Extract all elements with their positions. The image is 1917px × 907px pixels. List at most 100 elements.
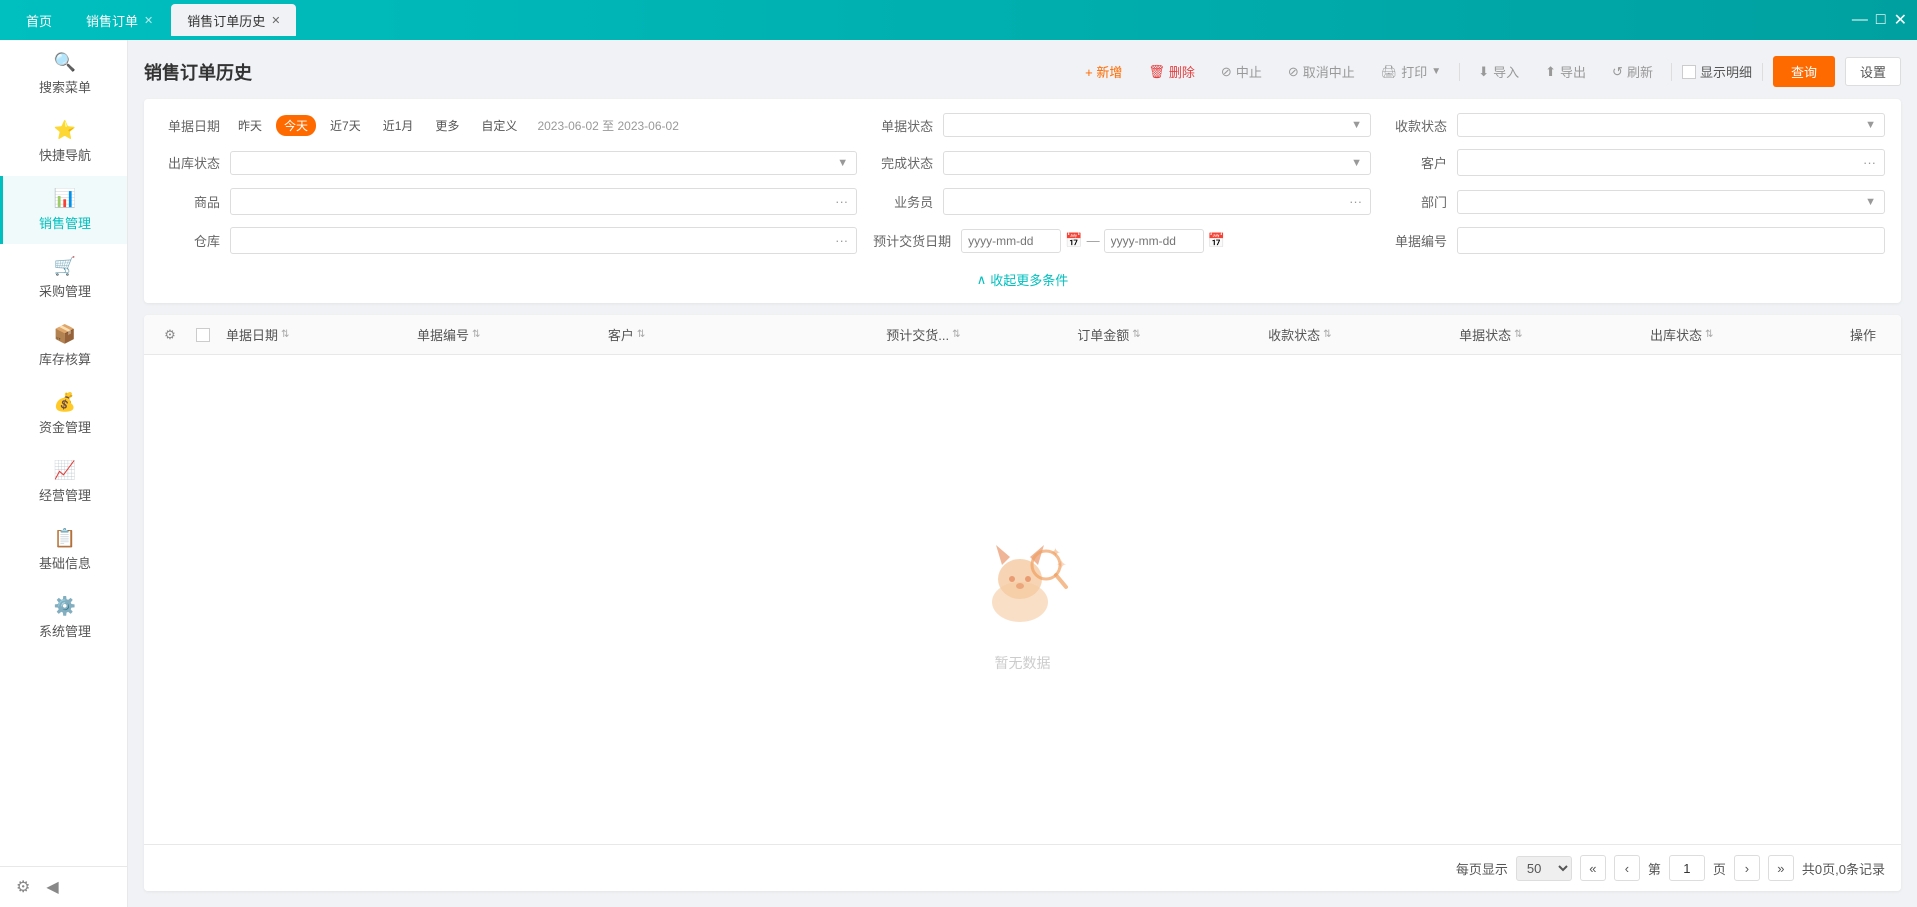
sidebar-item-system-mgmt[interactable]: ⚙️ 系统管理: [0, 584, 127, 652]
th-receipt-status[interactable]: 收款状态 ⇅: [1260, 325, 1451, 344]
complete-status-field: 完成状态 ▼: [873, 151, 1371, 175]
estimate-date-label: 预计交货日期: [873, 231, 961, 250]
set-button[interactable]: 设置: [1845, 57, 1901, 86]
product-input[interactable]: ···: [230, 188, 857, 215]
print-dropdown-icon: ▼: [1431, 66, 1441, 77]
th-outbound-status[interactable]: 出库状态 ⇅: [1642, 325, 1833, 344]
estimate-date-input-group: 📅 — 📅: [961, 229, 1371, 253]
tab-home[interactable]: 首页: [10, 4, 68, 36]
export-button-label: 导出: [1560, 62, 1586, 81]
estimate-date-end[interactable]: [1104, 229, 1204, 253]
delete-button[interactable]: 🗑 删除: [1140, 58, 1203, 85]
date-tag-today[interactable]: 今天: [276, 115, 316, 136]
date-tag-custom[interactable]: 自定义: [473, 115, 525, 136]
tab-sales-order[interactable]: 销售订单 ✕: [70, 4, 169, 36]
display-detail-toggle[interactable]: 显示明细: [1682, 62, 1752, 81]
first-page-button[interactable]: «: [1580, 855, 1606, 881]
select-all-check[interactable]: [196, 328, 210, 342]
query-button[interactable]: 查询: [1773, 56, 1835, 87]
import-button[interactable]: ⬇ 导入: [1470, 58, 1527, 85]
sidebar-item-quick-nav[interactable]: ⭐ 快捷导航: [0, 108, 127, 176]
refresh-button[interactable]: ↺ 刷新: [1604, 58, 1661, 85]
th-order-status[interactable]: 单据状态 ⇅: [1451, 325, 1642, 344]
print-icon: 🖨: [1381, 64, 1398, 80]
svg-text:✦: ✦: [1056, 557, 1067, 572]
dept-dropdown[interactable]: ▼: [1457, 190, 1885, 214]
page-number-input[interactable]: [1669, 855, 1705, 881]
outbound-status-arrow-icon: ▼: [837, 157, 848, 169]
estimate-date-start[interactable]: [961, 229, 1061, 253]
collapse-sidebar-icon[interactable]: ◀: [46, 877, 58, 897]
inventory-check-icon: 📦: [54, 324, 76, 345]
order-num-input[interactable]: [1457, 227, 1885, 254]
export-icon: ⬆: [1545, 64, 1556, 80]
sidebar-item-search-menu[interactable]: 🔍 搜索菜单: [0, 40, 127, 108]
th-outbound-status-label: 出库状态: [1650, 325, 1702, 344]
delete-icon: 🗑: [1148, 64, 1165, 80]
prev-page-button[interactable]: ‹: [1614, 855, 1640, 881]
th-estimate-date-label: 预计交货...: [886, 325, 949, 344]
close-window-icon[interactable]: ✕: [1894, 10, 1907, 30]
sidebar-item-operation-mgmt[interactable]: 📈 经营管理: [0, 448, 127, 516]
th-order-num[interactable]: 单据编号 ⇅: [409, 325, 600, 344]
stop-button-label: 中止: [1236, 62, 1262, 81]
table-settings-icon[interactable]: ⚙: [152, 327, 188, 343]
empty-state: ✦ ✦ 暂无数据: [144, 355, 1901, 844]
per-page-select[interactable]: 10 20 50 100: [1516, 856, 1572, 881]
calendar-start-icon[interactable]: 📅: [1065, 232, 1082, 249]
th-customer[interactable]: 客户 ⇅: [600, 325, 878, 344]
sidebar-item-inventory-check[interactable]: 📦 库存核算: [0, 312, 127, 380]
th-order-amount[interactable]: 订单金额 ⇅: [1069, 325, 1260, 344]
calendar-end-icon[interactable]: 📅: [1208, 232, 1225, 249]
maximize-icon[interactable]: □: [1876, 11, 1886, 29]
th-estimate-date[interactable]: 预计交货... ⇅: [878, 325, 1069, 344]
th-date[interactable]: 单据日期 ⇅: [218, 325, 409, 344]
warehouse-input[interactable]: ···: [230, 227, 857, 254]
import-button-label: 导入: [1493, 62, 1519, 81]
date-tag-1month[interactable]: 近1月: [375, 115, 422, 136]
warehouse-field: 仓库 ···: [160, 227, 857, 254]
minimize-icon[interactable]: —: [1852, 11, 1868, 29]
print-button[interactable]: 🖨 打印 ▼: [1373, 58, 1449, 85]
cancel-stop-icon: ⊘: [1288, 64, 1299, 80]
filter-panel: 单据日期 昨天 今天 近7天 近1月 更多 自定义 2023-06-02 至 2…: [144, 99, 1901, 303]
product-dots-icon: ···: [835, 194, 848, 209]
display-detail-checkbox[interactable]: [1682, 65, 1696, 79]
export-button[interactable]: ⬆ 导出: [1537, 58, 1594, 85]
finance-mgmt-icon: 💰: [54, 392, 76, 413]
tab-sales-order-close[interactable]: ✕: [144, 14, 153, 27]
tab-sales-order-history[interactable]: 销售订单历史 ✕: [171, 4, 296, 36]
customer-input[interactable]: ···: [1457, 149, 1885, 176]
tab-sales-order-history-label: 销售订单历史: [187, 11, 265, 30]
sidebar-item-basic-info[interactable]: 📋 基础信息: [0, 516, 127, 584]
next-page-button[interactable]: ›: [1734, 855, 1760, 881]
order-status-dropdown[interactable]: ▼: [943, 113, 1371, 137]
cancel-stop-button[interactable]: ⊘ 取消中止: [1280, 58, 1363, 85]
date-tag-more[interactable]: 更多: [427, 115, 467, 136]
date-tag-yesterday[interactable]: 昨天: [230, 115, 270, 136]
last-page-button[interactable]: »: [1768, 855, 1794, 881]
sidebar-item-finance-mgmt[interactable]: 💰 资金管理: [0, 380, 127, 448]
date-tags: 昨天 今天 近7天 近1月 更多 自定义: [230, 115, 525, 136]
warehouse-label: 仓库: [160, 231, 230, 250]
new-button[interactable]: + 新增: [1077, 58, 1130, 85]
outbound-status-dropdown[interactable]: ▼: [230, 151, 857, 175]
sidebar-item-purchase-mgmt[interactable]: 🛒 采购管理: [0, 244, 127, 312]
salesperson-input[interactable]: ···: [943, 188, 1371, 215]
tab-sales-order-history-close[interactable]: ✕: [271, 14, 280, 27]
th-order-amount-label: 订单金额: [1077, 325, 1129, 344]
refresh-button-label: 刷新: [1627, 62, 1653, 81]
table-select-all-checkbox[interactable]: [188, 328, 218, 342]
dept-arrow-icon: ▼: [1865, 196, 1876, 208]
date-tag-7days[interactable]: 近7天: [322, 115, 369, 136]
settings-bottom-icon[interactable]: ⚙: [16, 877, 30, 897]
th-actions-label: 操作: [1850, 325, 1876, 344]
receipt-status-dropdown[interactable]: ▼: [1457, 113, 1885, 137]
date-dash: —: [1087, 233, 1100, 248]
tab-home-label: 首页: [26, 11, 52, 30]
page-unit-label: 页: [1713, 859, 1726, 878]
collapse-row[interactable]: ∧ 收起更多条件: [160, 266, 1885, 289]
sidebar-item-sales-mgmt[interactable]: 📊 销售管理: [0, 176, 127, 244]
complete-status-dropdown[interactable]: ▼: [943, 151, 1371, 175]
stop-button[interactable]: ⊘ 中止: [1213, 58, 1270, 85]
